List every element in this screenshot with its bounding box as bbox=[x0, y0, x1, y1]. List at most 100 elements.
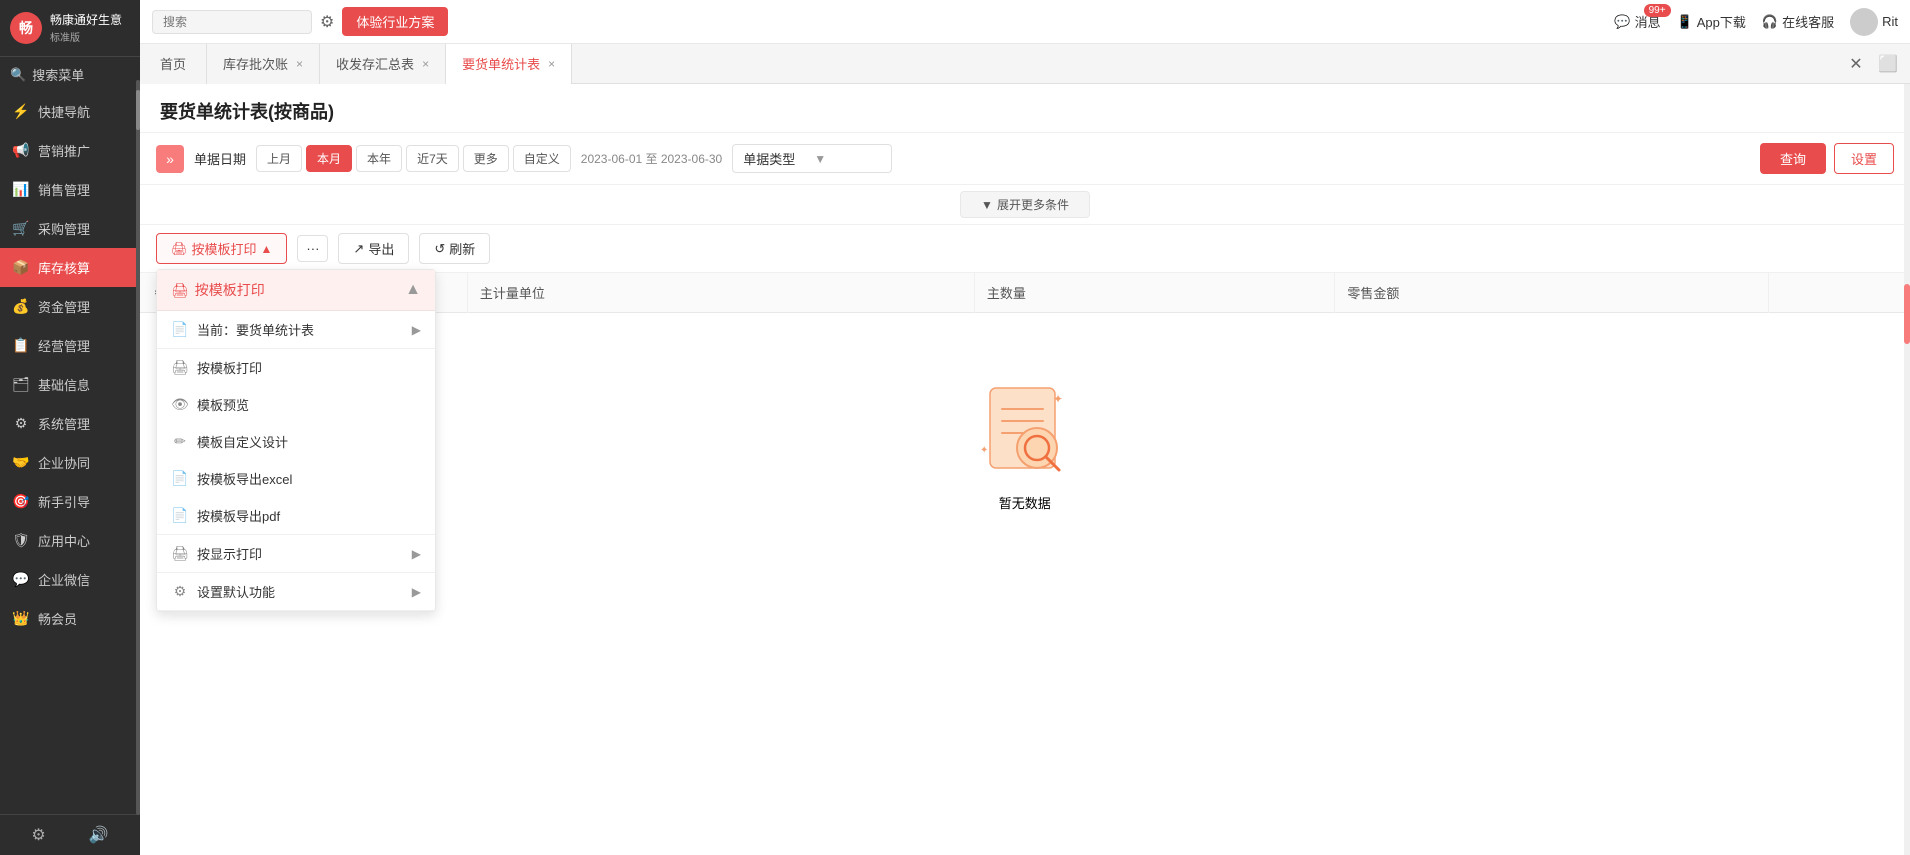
set-default-icon: ⚙ bbox=[171, 583, 189, 600]
expand-more-icon: ▼ bbox=[981, 198, 993, 212]
sales-icon: 📊 bbox=[12, 181, 30, 198]
messages-badge: 99+ bbox=[1644, 4, 1671, 17]
query-button[interactable]: 查询 bbox=[1760, 143, 1826, 174]
col-amount: 零售金额 bbox=[1335, 273, 1769, 313]
maximize-tab-action[interactable]: ⬜ bbox=[1874, 50, 1902, 78]
user-avatar-item[interactable]: Rit bbox=[1850, 8, 1898, 36]
sidebar-item-member[interactable]: 👑 畅会员 bbox=[0, 599, 140, 638]
sidebar-item-label: 采购管理 bbox=[38, 219, 90, 238]
search-label: 搜索菜单 bbox=[32, 65, 84, 84]
bill-type-select[interactable]: 单据类型 ▼ bbox=[732, 144, 892, 173]
sidebar-item-label: 经营管理 bbox=[38, 336, 90, 355]
sidebar-item-label: 资金管理 bbox=[38, 297, 90, 316]
logo-icon: 畅 bbox=[10, 12, 42, 44]
tab-receipt-summary[interactable]: 收发存汇总表 × bbox=[320, 44, 446, 84]
date-custom-btn[interactable]: 自定义 bbox=[513, 145, 571, 172]
expand-chevron-icon: » bbox=[166, 151, 174, 167]
chevron-down-icon: ▼ bbox=[814, 152, 881, 166]
dropdown-display-print[interactable]: 🖨 按显示打印 ▶ bbox=[157, 535, 435, 572]
sidebar-item-quick-nav[interactable]: ⚡ 快捷导航 bbox=[0, 92, 140, 131]
sidebar-item-finance[interactable]: 💰 资金管理 bbox=[0, 287, 140, 326]
sidebar-item-inventory[interactable]: 📦 库存核算 bbox=[0, 248, 140, 287]
dropdown-template-design[interactable]: ✏ 模板自定义设计 bbox=[157, 423, 435, 460]
sidebar-item-system[interactable]: ⚙ 系统管理 bbox=[0, 404, 140, 443]
date-current-month-btn[interactable]: 本月 bbox=[306, 145, 352, 172]
topbar-search-input[interactable] bbox=[152, 10, 312, 34]
date-current-year-btn[interactable]: 本年 bbox=[356, 145, 402, 172]
dropdown-current-item[interactable]: 📄 当前：要货单统计表 ▶ bbox=[157, 311, 435, 348]
sidebar-item-marketing[interactable]: 📢 营销推广 bbox=[0, 131, 140, 170]
expand-more-button[interactable]: ▼ 展开更多条件 bbox=[960, 191, 1090, 218]
template-print-label: 按模板打印 bbox=[197, 358, 262, 377]
enterprise-icon: 🤝 bbox=[12, 454, 30, 471]
refresh-label: 刷新 bbox=[449, 239, 475, 258]
set-default-chevron-icon: ▶ bbox=[412, 585, 421, 599]
close-tab-action[interactable]: ✕ bbox=[1842, 50, 1870, 78]
dropdown-template-export-pdf[interactable]: 📄 按模板导出pdf bbox=[157, 497, 435, 534]
sidebar-item-purchase[interactable]: 🛒 采购管理 bbox=[0, 209, 140, 248]
sidebar-item-wechat[interactable]: 💬 企业微信 bbox=[0, 560, 140, 599]
settings-button[interactable]: 设置 bbox=[1834, 143, 1894, 174]
export-excel-icon: 📄 bbox=[171, 470, 189, 487]
trial-button[interactable]: 体验行业方案 bbox=[342, 7, 448, 36]
tab-inventory-batch[interactable]: 库存批次账 × bbox=[207, 44, 320, 84]
export-button[interactable]: ↗ 导出 bbox=[338, 233, 409, 264]
date-recent7-btn[interactable]: 近7天 bbox=[406, 145, 459, 172]
sidebar-item-sales[interactable]: 📊 销售管理 bbox=[0, 170, 140, 209]
sidebar-item-label: 基础信息 bbox=[38, 375, 90, 394]
dropdown-template-export-excel[interactable]: 📄 按模板导出excel bbox=[157, 460, 435, 497]
sidebar-item-guide[interactable]: 🎯 新手引导 bbox=[0, 482, 140, 521]
sidebar-item-label: 企业协同 bbox=[38, 453, 90, 472]
sidebar-item-enterprise[interactable]: 🤝 企业协同 bbox=[0, 443, 140, 482]
print-template-button[interactable]: 🖨 按模板打印 ▲ bbox=[156, 233, 287, 264]
template-preview-icon: 👁 bbox=[171, 396, 189, 413]
settings-icon[interactable]: ⚙ bbox=[320, 12, 334, 32]
sidebar-item-appstore[interactable]: 🛡 应用中心 bbox=[0, 521, 140, 560]
display-print-icon: 🖨 bbox=[171, 545, 189, 562]
app-download-item[interactable]: 📱 App下载 bbox=[1677, 12, 1746, 31]
main-area: ⚙ 体验行业方案 💬 消息 99+ 📱 App下载 🎧 在线客服 Rit bbox=[140, 0, 1910, 855]
right-scroll-indicator[interactable] bbox=[1904, 84, 1910, 855]
sidebar-search[interactable]: 🔍 搜索菜单 bbox=[0, 57, 140, 92]
sidebar-item-label: 企业微信 bbox=[38, 570, 90, 589]
online-service-item[interactable]: 🎧 在线客服 bbox=[1762, 12, 1834, 31]
tab-receipt-summary-close[interactable]: × bbox=[422, 57, 429, 71]
date-more-btn[interactable]: 更多 bbox=[463, 145, 509, 172]
sidebar-item-basic[interactable]: 🗂 基础信息 bbox=[0, 365, 140, 404]
refresh-button[interactable]: ↺ 刷新 bbox=[419, 233, 490, 264]
tab-home[interactable]: 首页 bbox=[140, 44, 207, 84]
col-qty: 主数量 bbox=[974, 273, 1335, 313]
dropdown-arrow-up-icon[interactable]: ▲ bbox=[405, 281, 421, 299]
sidebar-item-operations[interactable]: 📋 经营管理 bbox=[0, 326, 140, 365]
dropdown-template-preview[interactable]: 👁 模板预览 bbox=[157, 386, 435, 423]
topbar: ⚙ 体验行业方案 💬 消息 99+ 📱 App下载 🎧 在线客服 Rit bbox=[140, 0, 1910, 44]
settings-bottom-icon[interactable]: ⚙ bbox=[31, 825, 45, 845]
tab-inventory-batch-close[interactable]: × bbox=[296, 57, 303, 71]
tab-order-stats[interactable]: 要货单统计表 × bbox=[446, 44, 572, 84]
tab-order-stats-close[interactable]: × bbox=[548, 57, 555, 71]
audio-bottom-icon[interactable]: 🔊 bbox=[89, 825, 109, 845]
quick-nav-icon: ⚡ bbox=[12, 103, 30, 120]
print-dropdown: 🖨 按模板打印 ▲ 📄 当前：要货单统计表 ▶ bbox=[156, 269, 436, 612]
dropdown-set-default[interactable]: ⚙ 设置默认功能 ▶ bbox=[157, 573, 435, 610]
sidebar-nav: ⚡ 快捷导航 📢 营销推广 📊 销售管理 🛒 采购管理 📦 库存核算 💰 资金管… bbox=[0, 92, 140, 814]
finance-icon: 💰 bbox=[12, 298, 30, 315]
dropdown-display-section: 🖨 按显示打印 ▶ bbox=[157, 535, 435, 573]
expand-more-label: 展开更多条件 bbox=[997, 196, 1069, 213]
no-data-text: 暂无数据 bbox=[999, 493, 1051, 512]
date-prev-month-btn[interactable]: 上月 bbox=[256, 145, 302, 172]
right-scroll-thumb bbox=[1904, 284, 1910, 344]
wechat-icon: 💬 bbox=[12, 571, 30, 588]
headset-icon: 🎧 bbox=[1762, 14, 1778, 30]
export-label: 导出 bbox=[368, 239, 394, 258]
dropdown-template-print[interactable]: 🖨 按模板打印 bbox=[157, 349, 435, 386]
sidebar-item-label: 销售管理 bbox=[38, 180, 90, 199]
page-title: 要货单统计表(按商品) bbox=[160, 98, 1890, 124]
svg-text:✦: ✦ bbox=[980, 445, 988, 456]
bill-type-label: 单据类型 bbox=[743, 149, 810, 168]
messages-item[interactable]: 💬 消息 99+ bbox=[1614, 12, 1660, 31]
more-actions-button[interactable]: ··· bbox=[297, 235, 328, 262]
filter-expand-button[interactable]: » bbox=[156, 145, 184, 173]
print-header-icon: 🖨 bbox=[171, 282, 189, 299]
template-preview-label: 模板预览 bbox=[197, 395, 249, 414]
